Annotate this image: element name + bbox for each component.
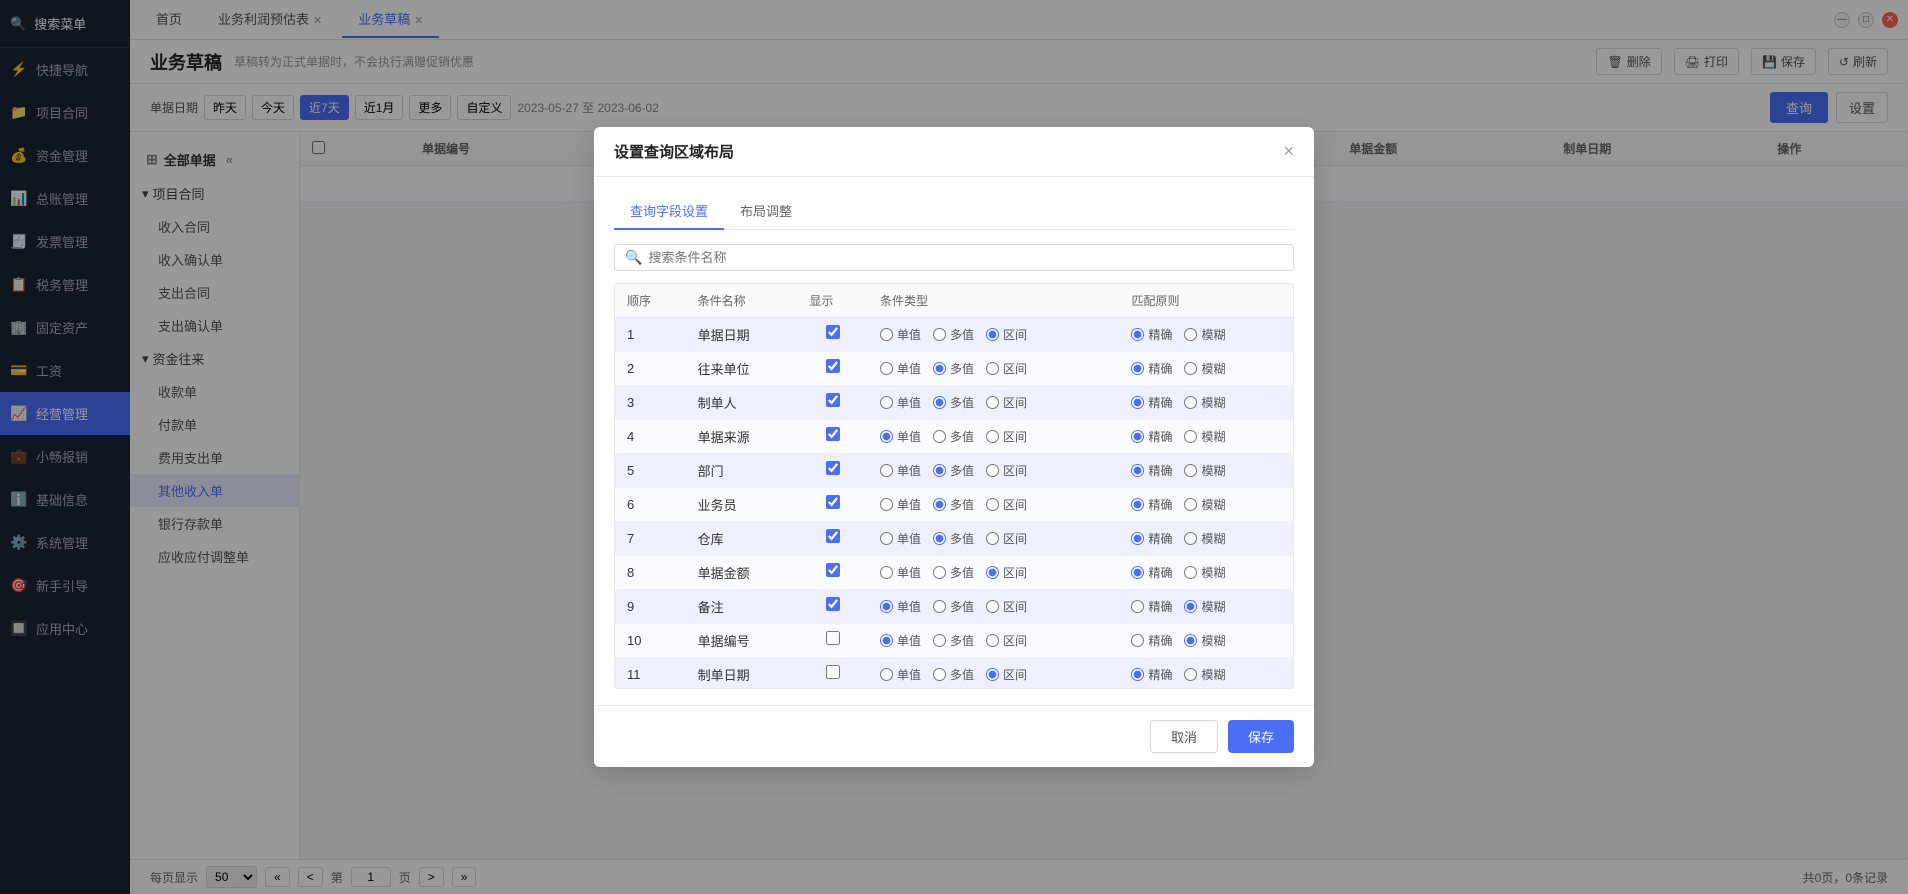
cell-order-0: 1 [615, 318, 686, 352]
show-checkbox-4[interactable] [826, 461, 840, 475]
cell-show-10 [797, 658, 868, 686]
show-checkbox-5[interactable] [826, 495, 840, 509]
cell-show-3 [797, 420, 868, 448]
th-match: 匹配原则 [1119, 284, 1293, 318]
cell-type-7: 单值 多值 区间 [868, 556, 1119, 590]
tab-query-fields[interactable]: 查询字段设置 [614, 193, 724, 230]
cell-name-1: 往来单位 [686, 352, 798, 386]
show-checkbox-3[interactable] [826, 427, 840, 441]
cell-show-8 [797, 590, 868, 618]
modal-footer: 取消 保存 [594, 705, 1314, 767]
show-checkbox-7[interactable] [826, 563, 840, 577]
th-name: 条件名称 [686, 284, 798, 318]
cell-type-1: 单值 多值 区间 [868, 352, 1119, 386]
cell-match-9: 精确 模糊 [1119, 624, 1293, 658]
show-checkbox-8[interactable] [826, 597, 840, 611]
cell-type-5: 单值 多值 区间 [868, 488, 1119, 522]
show-checkbox-6[interactable] [826, 529, 840, 543]
show-checkbox-1[interactable] [826, 359, 840, 373]
show-checkbox-9[interactable] [826, 631, 840, 645]
cell-order-1: 2 [615, 352, 686, 386]
settings-row-6: 7 仓库 单值 多值 区间 精确 模糊 [615, 522, 1293, 556]
settings-row-2: 3 制单人 单值 多值 区间 精确 模糊 [615, 386, 1293, 420]
cell-order-5: 6 [615, 488, 686, 522]
cell-match-5: 精确 模糊 [1119, 488, 1293, 522]
search-icon-modal: 🔍 [625, 249, 642, 266]
cell-type-4: 单值 多值 区间 [868, 454, 1119, 488]
cell-name-4: 部门 [686, 454, 798, 488]
cell-show-5 [797, 488, 868, 516]
search-condition-input[interactable] [648, 250, 1283, 265]
cell-order-7: 8 [615, 556, 686, 590]
cell-show-7 [797, 556, 868, 584]
cell-match-6: 精确 模糊 [1119, 522, 1293, 556]
cell-name-8: 备注 [686, 590, 798, 624]
cell-name-5: 业务员 [686, 488, 798, 522]
settings-row-10: 11 制单日期 单值 多值 区间 精确 模糊 [615, 658, 1293, 690]
cell-name-2: 制单人 [686, 386, 798, 420]
th-type: 条件类型 [868, 284, 1119, 318]
cell-match-8: 精确 模糊 [1119, 590, 1293, 624]
search-bar: 🔍 [614, 244, 1294, 271]
settings-row-0: 1 单据日期 单值 多值 区间 精确 模糊 [615, 318, 1293, 352]
cell-name-9: 单据编号 [686, 624, 798, 658]
cell-type-8: 单值 多值 区间 [868, 590, 1119, 624]
settings-row-4: 5 部门 单值 多值 区间 精确 模糊 [615, 454, 1293, 488]
th-order: 顺序 [615, 284, 686, 318]
settings-row-7: 8 单据金额 单值 多值 区间 精确 模糊 [615, 556, 1293, 590]
cell-name-7: 单据金额 [686, 556, 798, 590]
cancel-button[interactable]: 取消 [1150, 720, 1218, 753]
modal-tabs: 查询字段设置 布局调整 [614, 193, 1294, 230]
modal-overlay[interactable]: 设置查询区域布局 × 查询字段设置 布局调整 🔍 顺序 条件名称 显示 [0, 0, 1908, 894]
modal-body: 查询字段设置 布局调整 🔍 顺序 条件名称 显示 条件类型 匹配原则 [594, 177, 1314, 705]
cell-show-1 [797, 352, 868, 380]
cell-show-6 [797, 522, 868, 550]
cell-name-10: 制单日期 [686, 658, 798, 690]
cell-match-7: 精确 模糊 [1119, 556, 1293, 590]
cell-type-6: 单值 多值 区间 [868, 522, 1119, 556]
cell-type-9: 单值 多值 区间 [868, 624, 1119, 658]
cell-show-9 [797, 624, 868, 652]
show-checkbox-2[interactable] [826, 393, 840, 407]
show-checkbox-0[interactable] [826, 325, 840, 339]
cell-type-10: 单值 多值 区间 [868, 658, 1119, 690]
cell-order-6: 7 [615, 522, 686, 556]
modal-header: 设置查询区域布局 × [594, 127, 1314, 177]
cell-order-4: 5 [615, 454, 686, 488]
cell-show-0 [797, 318, 868, 346]
cell-name-3: 单据来源 [686, 420, 798, 454]
cell-show-2 [797, 386, 868, 414]
cell-type-2: 单值 多值 区间 [868, 386, 1119, 420]
cell-match-0: 精确 模糊 [1119, 318, 1293, 352]
settings-modal: 设置查询区域布局 × 查询字段设置 布局调整 🔍 顺序 条件名称 显示 [594, 127, 1314, 767]
save-button[interactable]: 保存 [1228, 720, 1294, 753]
cell-match-4: 精确 模糊 [1119, 454, 1293, 488]
modal-close-button[interactable]: × [1283, 141, 1294, 162]
cell-type-3: 单值 多值 区间 [868, 420, 1119, 454]
cell-match-2: 精确 模糊 [1119, 386, 1293, 420]
cell-match-3: 精确 模糊 [1119, 420, 1293, 454]
cell-match-10: 精确 模糊 [1119, 658, 1293, 690]
settings-table: 顺序 条件名称 显示 条件类型 匹配原则 1 单据日期 单值 多值 区间 [614, 283, 1294, 689]
settings-row-5: 6 业务员 单值 多值 区间 精确 模糊 [615, 488, 1293, 522]
tab-layout-adjust[interactable]: 布局调整 [724, 193, 808, 230]
settings-row-8: 9 备注 单值 多值 区间 精确 模糊 [615, 590, 1293, 624]
modal-title: 设置查询区域布局 [614, 141, 734, 162]
cell-show-4 [797, 454, 868, 482]
cell-order-10: 11 [615, 658, 686, 690]
settings-row-3: 4 单据来源 单值 多值 区间 精确 模糊 [615, 420, 1293, 454]
cell-order-8: 9 [615, 590, 686, 624]
settings-row-9: 10 单据编号 单值 多值 区间 精确 模糊 [615, 624, 1293, 658]
cell-name-6: 仓库 [686, 522, 798, 556]
show-checkbox-10[interactable] [826, 665, 840, 679]
cell-match-1: 精确 模糊 [1119, 352, 1293, 386]
cell-order-9: 10 [615, 624, 686, 658]
cell-type-0: 单值 多值 区间 [868, 318, 1119, 352]
settings-row-1: 2 往来单位 单值 多值 区间 精确 模糊 [615, 352, 1293, 386]
th-show: 显示 [797, 284, 868, 318]
cell-name-0: 单据日期 [686, 318, 798, 352]
cell-order-2: 3 [615, 386, 686, 420]
cell-order-3: 4 [615, 420, 686, 454]
